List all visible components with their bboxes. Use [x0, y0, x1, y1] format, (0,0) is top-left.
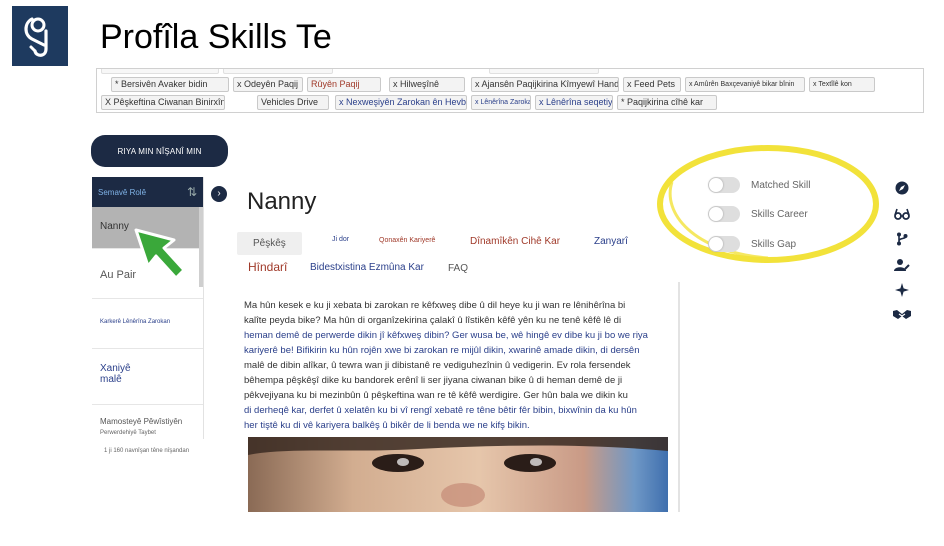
user-edit-icon[interactable] [893, 256, 911, 274]
role-item-housekeeper[interactable]: Xaniyê malê [92, 349, 203, 405]
role-list-header-label: Semavê Rolê [98, 187, 147, 197]
role-item-label: Karkerê Lênêrîna Zarokan [100, 319, 171, 325]
skill-chip-partial [101, 69, 219, 74]
skill-chip[interactable]: * Bersivên Avaker bidin [111, 77, 229, 92]
page-title: Profîla Skills Te [100, 18, 332, 56]
description-line: di derheqê kar, derfet û xelatên ku bi v… [244, 405, 637, 416]
role-image [248, 437, 668, 512]
compass-icon[interactable] [893, 179, 911, 197]
cursor-arrow-icon [134, 228, 186, 280]
show-my-path-button[interactable]: RIYA MIN NÎŞANÎ MIN [91, 135, 228, 167]
tab-about[interactable]: Ji dor [332, 236, 349, 243]
skills-career-toggle-row[interactable]: Skills Career [708, 206, 808, 222]
description-line: kariyerê be! Bifikirin ku hûn rojên xwe … [244, 345, 640, 356]
tab-faq[interactable]: FAQ [448, 263, 468, 274]
description-line: bêhempa pêşkêşî dike ku bandorek erênî l… [244, 375, 623, 386]
role-item-sublabel: Perwerdehiyê Taybet [100, 430, 156, 436]
skill-chip-partial [489, 69, 599, 74]
skill-chip[interactable]: x Amûrên Baxçevaniyê bikar bînin [685, 77, 805, 92]
child-face-photo [248, 437, 668, 512]
role-list-panel: Semavê Rolê ⇅ Nanny Au Pair Karkerê Lênê… [92, 177, 204, 439]
tab-overview[interactable]: Pêşkêş [237, 232, 302, 255]
tab-career-stages[interactable]: Qonaxên Kariyerê [379, 237, 435, 244]
role-item-label: Au Pair [100, 269, 137, 281]
skill-chip[interactable]: x Hilweşînê [389, 77, 465, 92]
skill-chip[interactable]: X Pêşkeftina Ciwanan Binirxîne x [101, 95, 225, 110]
skill-chip[interactable]: Rûyên Paqij [307, 77, 381, 92]
description-line: kalîte peyda bike? Ma hûn di organîzekir… [244, 315, 622, 326]
role-item-label: Xaniyê [100, 363, 131, 374]
skill-chip[interactable]: x Feed Pets [623, 77, 681, 92]
description-line: heman demê de perwerde dikin jî kêfxweş … [244, 330, 648, 341]
skills-career-toggle[interactable] [708, 206, 740, 222]
sparkle-icon[interactable] [893, 281, 911, 299]
description-line: her tiştê ku di vê kariyera balkêş û bik… [244, 420, 530, 431]
skill-chip[interactable]: x Lênêrîna Zarokan [471, 95, 531, 110]
role-item-label: Nanny [100, 221, 129, 232]
tab-gaining-experience[interactable]: Bidestxistina Ezmûna Kar [310, 262, 424, 273]
chevron-right-icon: › [217, 188, 221, 199]
glasses-icon[interactable] [893, 205, 911, 223]
handshake-icon[interactable] [893, 305, 911, 323]
role-description: Ma hûn kesek e ku ji xebata bi zarokan r… [244, 298, 664, 433]
collapse-sidebar-button[interactable]: › [211, 186, 227, 202]
content-scrollbar[interactable] [678, 282, 680, 512]
tab-knowledge[interactable]: Zanyarî [594, 236, 628, 247]
role-title: Nanny [247, 188, 317, 215]
skill-chip-partial [223, 69, 333, 74]
tab-workplace-dynamics[interactable]: Dînamîkên Cihê Kar [470, 236, 560, 247]
toggle-label: Skills Career [751, 208, 808, 220]
skill-chip[interactable]: x Odeyên Paqij [233, 77, 303, 92]
skill-chip[interactable]: x Ajansên Paqijkirina Kîmyewî Handle [471, 77, 619, 92]
matched-skill-toggle-row[interactable]: Matched Skill [708, 177, 810, 193]
skills-hook-logo-icon [24, 17, 48, 57]
role-item-child-care-worker[interactable]: Karkerê Lênêrîna Zarokan [92, 299, 203, 349]
role-item-label: Mamosteyê Pêwîstiyên [100, 417, 183, 426]
skills-gap-toggle[interactable] [708, 236, 740, 252]
app-logo[interactable] [12, 6, 68, 66]
skill-chip[interactable]: * Paqijkirina cîhê kar [617, 95, 717, 110]
skills-gap-toggle-row[interactable]: Skills Gap [708, 236, 796, 252]
matched-skill-toggle[interactable] [708, 177, 740, 193]
role-item-special-needs-teacher[interactable]: Mamosteyê Pêwîstiyên Perwerdehiyê Taybet [92, 405, 203, 439]
skill-chip[interactable]: x Nexweşiyên Zarokan ên Hevbeş [335, 95, 467, 110]
toggle-label: Matched Skill [751, 179, 811, 191]
skill-chip[interactable]: Vehicles Drive [257, 95, 329, 110]
skills-chip-area: * Bersivên Avaker bidin x Odeyên Paqij R… [96, 68, 924, 113]
skill-chip[interactable]: x Textîlê kon [809, 77, 875, 92]
description-line: Ma hûn kesek e ku ji xebata bi zarokan r… [244, 300, 626, 311]
branch-icon[interactable] [893, 230, 911, 248]
description-line: pêkvejiyana ku bi mezinbûn û pêşkeftina … [244, 390, 628, 401]
role-list-pager: 1 ji 160 navnîşan têne nîşandan [104, 448, 190, 454]
role-list-header: Semavê Rolê ⇅ [92, 177, 203, 207]
skill-chip[interactable]: x Lênêrîna seqetiyê [535, 95, 613, 110]
role-list-scrollbar[interactable] [199, 207, 203, 287]
toggle-label: Skills Gap [751, 238, 797, 250]
description-line: malê de dibin alîkar, û tewra wan ji dib… [244, 360, 631, 371]
sort-icon[interactable]: ⇅ [187, 185, 197, 199]
role-item-sublabel: malê [100, 374, 122, 385]
tab-training[interactable]: Hîndarî [248, 260, 287, 274]
